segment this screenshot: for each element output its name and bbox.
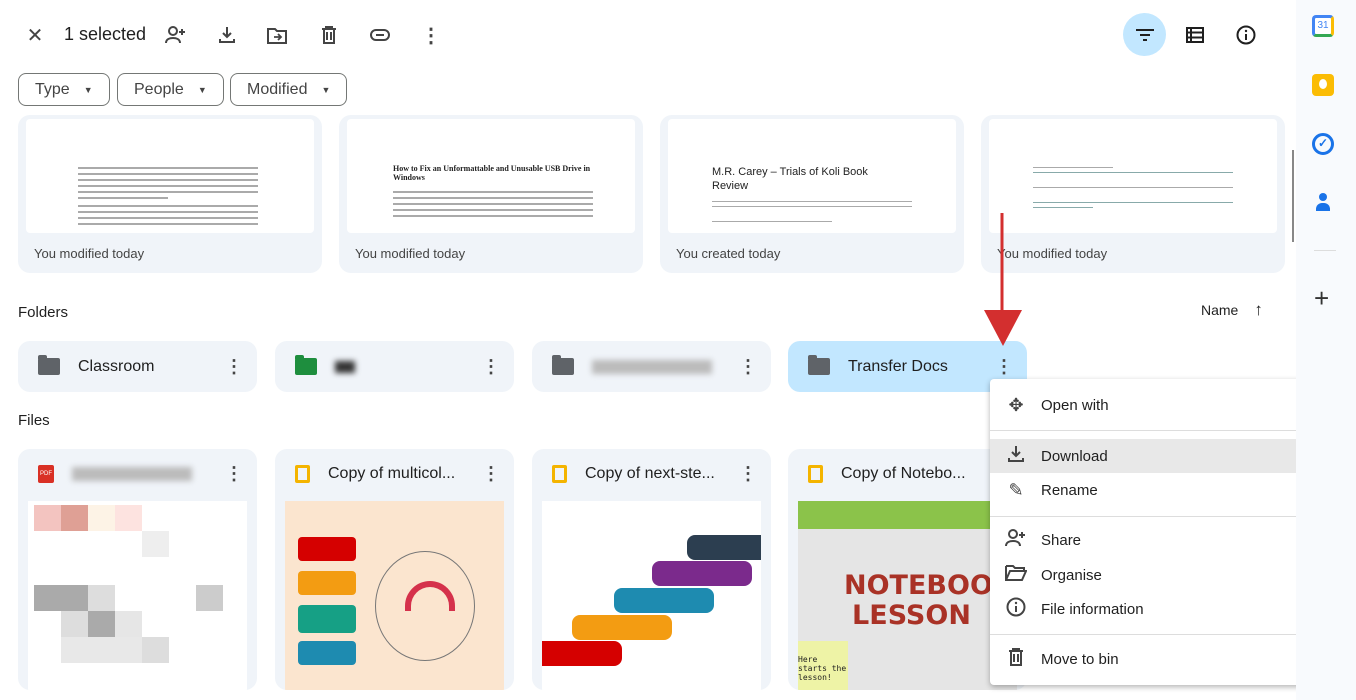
file-name: Copy of Notebo...	[841, 465, 966, 482]
file-name: Copy of next-ste...	[585, 465, 715, 482]
filter-people[interactable]: People ▼	[117, 73, 224, 106]
sort-by-name-button[interactable]: Name ↑	[1201, 300, 1263, 320]
sort-label: Name	[1201, 302, 1239, 318]
folder-icon	[552, 355, 574, 375]
annotation-arrow	[984, 213, 1022, 346]
share-icon	[1004, 528, 1028, 553]
download-icon[interactable]	[211, 19, 243, 51]
filter-type[interactable]: Type ▼	[18, 73, 110, 106]
slides-icon	[295, 465, 310, 483]
menu-item-file-information[interactable]: File information▶	[990, 592, 1331, 626]
file-thumbnail	[28, 501, 247, 690]
menu-item-open-with[interactable]: ✥Open with▶	[990, 388, 1331, 422]
file-card[interactable]: Copy of next-ste... ⋮	[532, 449, 771, 690]
add-addon-icon[interactable]: +	[1314, 283, 1329, 314]
menu-item-move-to-bin[interactable]: Move to bin	[990, 642, 1331, 676]
menu-item-rename[interactable]: ✎ Rename	[990, 473, 1331, 507]
move-to-folder-icon[interactable]	[261, 19, 293, 51]
more-vert-icon[interactable]: ⋮	[482, 356, 500, 377]
folder-name-redacted	[335, 360, 355, 373]
thumbnail-note: Here starts the lesson!	[798, 641, 848, 690]
caret-down-icon: ▼	[83, 84, 93, 95]
side-panel: 31 ✓ +	[1296, 0, 1356, 700]
suggested-file-card[interactable]: You modified today	[981, 115, 1285, 273]
open-with-icon: ✥	[1008, 394, 1024, 415]
folder-icon	[808, 355, 830, 375]
more-vert-icon[interactable]: ⋮	[739, 356, 757, 377]
menu-item-download[interactable]: Download	[990, 439, 1331, 473]
divider	[1314, 250, 1336, 251]
filter-modified[interactable]: Modified ▼	[230, 73, 348, 106]
file-preview: How to Fix an Unformattable and Unusable…	[347, 119, 635, 233]
folder-open-icon	[1004, 564, 1028, 586]
slides-icon	[552, 465, 567, 483]
slides-icon	[808, 465, 823, 483]
filter-type-label: Type	[35, 80, 70, 98]
filter-icon	[1135, 28, 1154, 41]
file-name: Copy of multicol...	[328, 465, 456, 482]
close-icon[interactable]: ✕	[19, 19, 51, 51]
folder-icon	[295, 355, 317, 375]
folder-item[interactable]: ⋮	[275, 341, 514, 392]
file-preview	[989, 119, 1277, 233]
pdf-icon: PDF	[38, 465, 54, 483]
activity-caption: You created today	[676, 246, 781, 261]
context-menu: ✥Open with▶ Download ✎Rename Share▶ Orga…	[990, 379, 1331, 685]
link-icon[interactable]	[364, 19, 396, 51]
tasks-app-icon[interactable]: ✓	[1312, 133, 1334, 155]
thumbnail-title: NOTEBOOK LESSON	[844, 570, 1014, 631]
contacts-app-icon[interactable]	[1312, 193, 1334, 215]
folder-item[interactable]: Classroom ⋮	[18, 341, 257, 392]
more-vert-icon[interactable]: ⋮	[225, 356, 243, 377]
folders-heading: Folders	[18, 304, 69, 321]
filter-people-label: People	[134, 80, 184, 98]
caret-down-icon: ▼	[321, 84, 331, 95]
file-preview	[26, 119, 314, 233]
info-icon[interactable]	[1230, 19, 1262, 51]
files-heading: Files	[18, 412, 50, 429]
file-name-redacted	[72, 467, 192, 481]
file-thumbnail	[285, 501, 504, 690]
scrollbar[interactable]	[1292, 150, 1294, 242]
folder-name: Classroom	[78, 357, 155, 375]
suggested-file-card[interactable]: How to Fix an Unformattable and Unusable…	[339, 115, 643, 273]
filter-button[interactable]	[1123, 13, 1166, 56]
keep-app-icon[interactable]	[1312, 74, 1334, 96]
trash-icon[interactable]	[313, 19, 345, 51]
preview-title: How to Fix an Unformattable and Unusable…	[393, 164, 591, 182]
suggested-file-card[interactable]: You modified today	[18, 115, 322, 273]
file-preview: M.R. Carey – Trials of Koli Book Review	[668, 119, 956, 233]
suggested-file-card[interactable]: M.R. Carey – Trials of Koli Book Review …	[660, 115, 964, 273]
selection-count: 1 selected	[64, 24, 147, 44]
folder-name-redacted	[592, 359, 712, 374]
caret-down-icon: ▼	[197, 84, 207, 95]
trash-icon	[1004, 647, 1028, 671]
file-thumbnail	[542, 501, 761, 690]
file-card[interactable]: PDF ⋮	[18, 449, 257, 690]
more-vert-icon[interactable]: ⋮	[415, 19, 447, 51]
menu-item-share[interactable]: Share▶	[990, 523, 1331, 557]
download-icon	[1004, 445, 1028, 468]
calendar-app-icon[interactable]: 31	[1312, 15, 1334, 37]
more-vert-icon[interactable]: ⋮	[995, 356, 1013, 377]
menu-item-organise[interactable]: Organise▶	[990, 558, 1331, 592]
info-icon	[1004, 597, 1028, 622]
arrow-up-icon: ↑	[1254, 300, 1263, 319]
more-vert-icon[interactable]: ⋮	[482, 464, 500, 485]
preview-title: M.R. Carey – Trials of Koli Book Review	[712, 166, 868, 192]
activity-caption: You modified today	[355, 246, 466, 261]
filter-modified-label: Modified	[247, 80, 308, 98]
folder-icon	[38, 355, 60, 375]
list-view-icon[interactable]	[1179, 19, 1211, 51]
folder-name: Transfer Docs	[848, 357, 948, 375]
file-card[interactable]: Copy of multicol... ⋮	[275, 449, 514, 690]
folder-item[interactable]: ⋮	[532, 341, 771, 392]
file-thumbnail: NOTEBOOK LESSON Here starts the lesson!	[798, 501, 1017, 690]
more-vert-icon[interactable]: ⋮	[739, 464, 757, 485]
more-vert-icon[interactable]: ⋮	[225, 464, 243, 485]
add-person-icon[interactable]	[160, 19, 192, 51]
activity-caption: You modified today	[34, 246, 145, 261]
rename-icon: ✎	[1008, 479, 1024, 500]
